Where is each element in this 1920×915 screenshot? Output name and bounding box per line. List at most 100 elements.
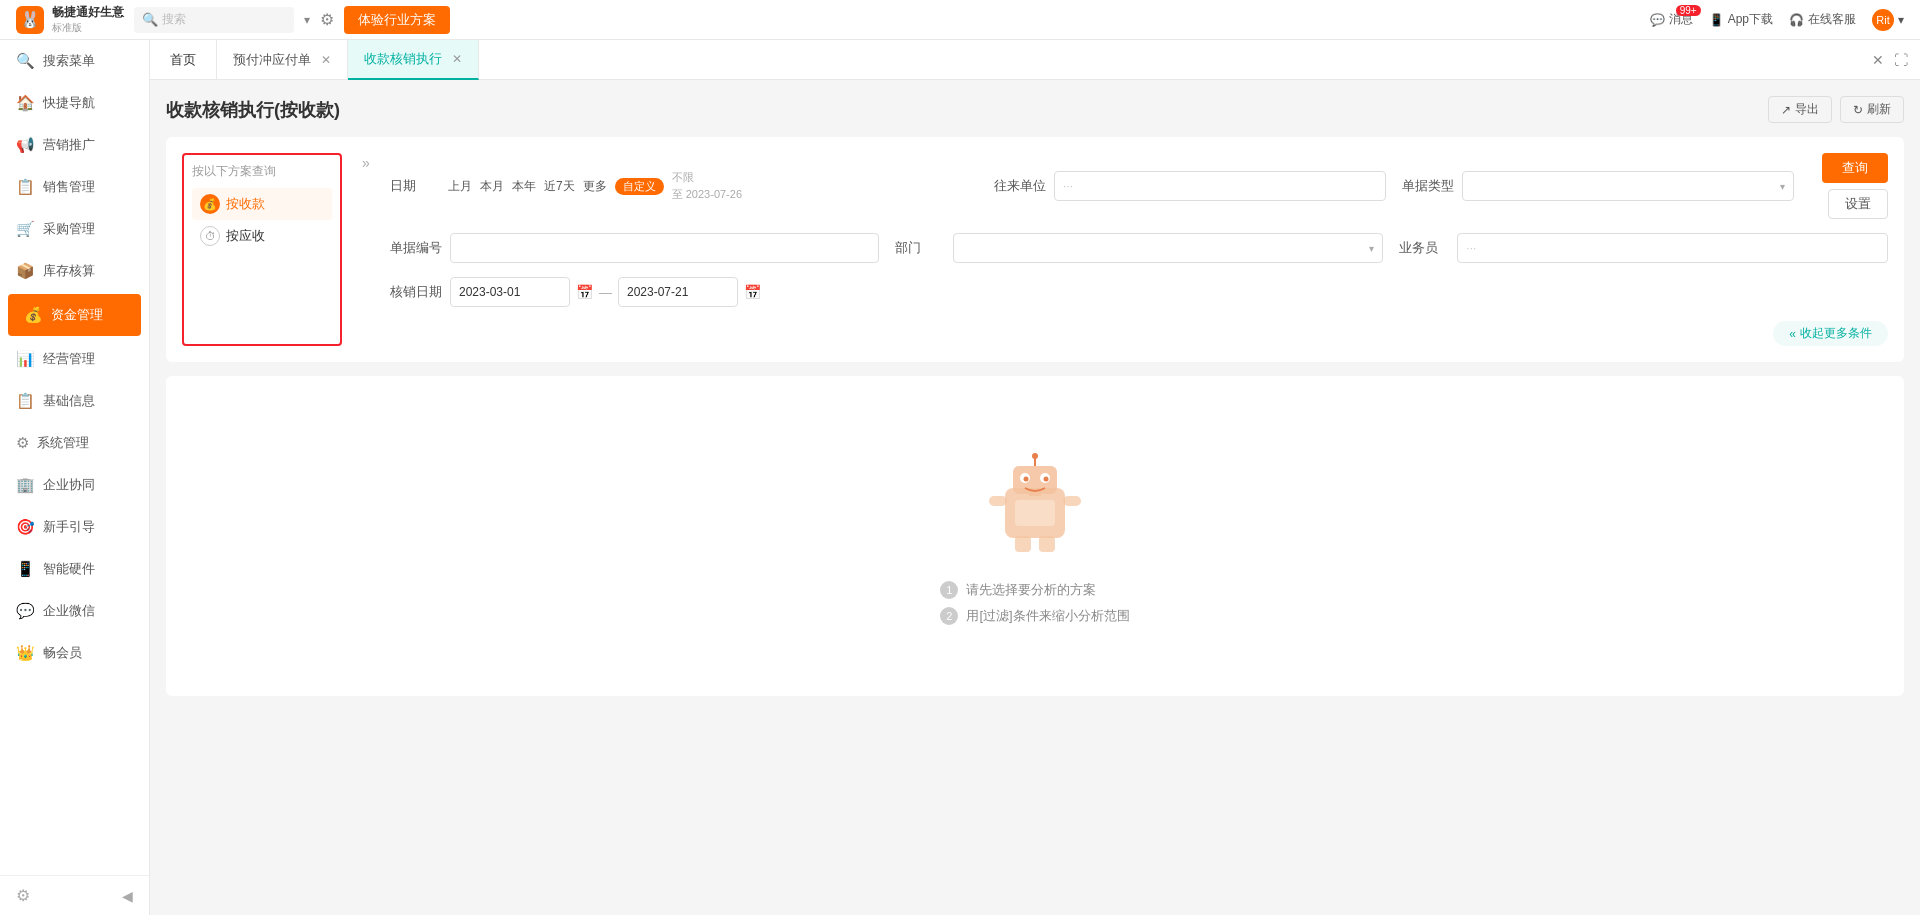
maximize-icon[interactable]: ⛶ (1894, 52, 1908, 68)
top-search[interactable]: 🔍 搜索 (134, 7, 294, 33)
sidebar-label-marketing: 营销推广 (43, 136, 95, 154)
svg-rect-9 (989, 496, 1007, 506)
shortcut-this-month[interactable]: 本月 (480, 178, 504, 195)
tab-close-prepay-offset[interactable]: ✕ (321, 53, 331, 67)
page-header: 收款核销执行(按收款) ↗ 导出 ↻ 刷新 (166, 96, 1904, 123)
tab-label-prepay-offset: 预付冲应付单 (233, 51, 311, 69)
sidebar-item-basic-info[interactable]: 📋 基础信息 (0, 380, 149, 422)
tab-receipt-offset[interactable]: 收款核销执行✕ (348, 40, 479, 80)
sidebar-item-member[interactable]: 👑 畅会员 (0, 632, 149, 674)
sidebar-label-basic-info: 基础信息 (43, 392, 95, 410)
tab-items: 首页预付冲应付单✕收款核销执行✕ (150, 40, 479, 79)
sidebar-item-hardware[interactable]: 📱 智能硬件 (0, 548, 149, 590)
svg-rect-10 (1063, 496, 1081, 506)
sidebar-item-system[interactable]: ⚙ 系统管理 (0, 422, 149, 464)
sidebar-icon-member: 👑 (16, 644, 35, 662)
empty-robot-svg (985, 448, 1085, 558)
doc-no-input[interactable] (450, 233, 879, 263)
right-panel: 首页预付冲应付单✕收款核销执行✕ ✕ ⛶ 收款核销执行(按收款) ↗ 导出 ↻ … (150, 40, 1920, 915)
date-no-limit: 不限 (672, 170, 742, 185)
shortcut-last-month[interactable]: 上月 (448, 178, 472, 195)
sidebar-item-inventory[interactable]: 📦 库存核算 (0, 250, 149, 292)
doc-no-label: 单据编号 (390, 239, 442, 257)
sidebar-collapse-icon[interactable]: ◀ (122, 888, 133, 904)
doc-no-field: 单据编号 (390, 233, 879, 263)
sidebar-item-purchase[interactable]: 🛒 采购管理 (0, 208, 149, 250)
settings-icon[interactable]: ⚙ (320, 10, 334, 29)
page-header-actions: ↗ 导出 ↻ 刷新 (1768, 96, 1904, 123)
shortcut-this-year[interactable]: 本年 (512, 178, 536, 195)
dept-select[interactable]: ▾ (953, 233, 1384, 263)
sidebar-item-sales[interactable]: 📋 销售管理 (0, 166, 149, 208)
search-chevron[interactable]: ▾ (304, 13, 310, 27)
tab-prepay-offset[interactable]: 预付冲应付单 ✕ (217, 40, 348, 80)
sidebar-item-guide[interactable]: 🎯 新手引导 (0, 506, 149, 548)
date-separator: — (599, 285, 612, 300)
message-btn[interactable]: 💬 消息 99+ (1650, 11, 1693, 28)
verify-date-start[interactable] (450, 277, 570, 307)
export-icon: ↗ (1781, 103, 1791, 117)
sidebar-label-enterprise: 企业协同 (43, 476, 95, 494)
staff-select[interactable]: ··· (1457, 233, 1888, 263)
dept-field: 部门 ▾ (895, 233, 1384, 263)
sidebar-icon-basic-info: 📋 (16, 392, 35, 410)
close-window-icon[interactable]: ✕ (1872, 52, 1884, 68)
shortcut-7days[interactable]: 近7天 (544, 178, 575, 195)
sidebar-label-quick-nav: 快捷导航 (43, 94, 95, 112)
app-icon: 📱 (1709, 13, 1724, 27)
calendar-end-icon[interactable]: 📅 (744, 284, 761, 300)
filter-form: 日期 上月 本月 本年 近7天 更多 自定义 不限 至 2023-07- (390, 153, 1888, 346)
filter-opt-icon-by-receipt: 💰 (200, 194, 220, 214)
sidebar-label-purchase: 采购管理 (43, 220, 95, 238)
service-btn[interactable]: 🎧 在线客服 (1789, 11, 1856, 28)
date-field: 日期 上月 本月 本年 近7天 更多 自定义 不限 至 2023-07- (390, 170, 978, 202)
svg-rect-12 (1039, 536, 1055, 552)
sidebar-label-member: 畅会员 (43, 644, 82, 662)
sidebar-icon-inventory: 📦 (16, 262, 35, 280)
filter-option-by-receipt[interactable]: 💰 按收款 (192, 188, 332, 220)
filter-opt-label-by-receipt: 按收款 (226, 195, 265, 213)
sidebar-icon-hardware: 📱 (16, 560, 35, 578)
sidebar-item-wechat[interactable]: 💬 企业微信 (0, 590, 149, 632)
sidebar-item-enterprise[interactable]: 🏢 企业协同 (0, 464, 149, 506)
sidebar: 🔍 搜索菜单 🏠 快捷导航 📢 营销推广 📋 销售管理 🛒 采购管理 📦 库存核… (0, 40, 150, 915)
empty-tip-2: 2 用[过滤]条件来缩小分析范围 (940, 607, 1129, 625)
party-label: 往来单位 (994, 177, 1046, 195)
tab-close-receipt-offset[interactable]: ✕ (452, 52, 462, 66)
sidebar-item-quick-nav[interactable]: 🏠 快捷导航 (0, 82, 149, 124)
settings-form-btn[interactable]: 设置 (1828, 189, 1888, 219)
refresh-btn[interactable]: ↻ 刷新 (1840, 96, 1904, 123)
export-btn[interactable]: ↗ 导出 (1768, 96, 1832, 123)
sidebar-icon-finance: 💰 (24, 306, 43, 324)
shortcut-custom[interactable]: 自定义 (615, 178, 664, 195)
content-area: 收款核销执行(按收款) ↗ 导出 ↻ 刷新 按以下方案查询 (150, 80, 1920, 915)
tab-label-home: 首页 (170, 51, 196, 69)
service-icon: 🎧 (1789, 13, 1804, 27)
sidebar-item-operation[interactable]: 📊 经营管理 (0, 338, 149, 380)
date-to-label: 至 2023-07-26 (672, 187, 742, 202)
app-download-btn[interactable]: 📱 App下载 (1709, 11, 1773, 28)
app-logo-icon: 🐰 (16, 6, 44, 34)
calendar-start-icon[interactable]: 📅 (576, 284, 593, 300)
verify-date-end[interactable] (618, 277, 738, 307)
sidebar-item-finance[interactable]: 💰 资金管理 (8, 294, 141, 336)
collapse-btn[interactable]: « (362, 153, 382, 346)
party-select[interactable]: ··· (1054, 171, 1386, 201)
user-btn[interactable]: Rit ▾ (1872, 9, 1904, 31)
sidebar-icon-search: 🔍 (16, 52, 35, 70)
query-btn[interactable]: 查询 (1822, 153, 1888, 183)
trial-industry-btn[interactable]: 体验行业方案 (344, 6, 450, 34)
sidebar-item-search[interactable]: 🔍 搜索菜单 (0, 40, 149, 82)
date-label: 日期 (390, 177, 440, 195)
doc-type-chevron: ▾ (1780, 181, 1785, 192)
sidebar-item-marketing[interactable]: 📢 营销推广 (0, 124, 149, 166)
verify-date-label: 核销日期 (390, 283, 442, 301)
filter-options: 💰 按收款 ⏱ 按应收 (192, 188, 332, 252)
more-conditions-btn[interactable]: « 收起更多条件 (1773, 321, 1888, 346)
tab-home[interactable]: 首页 (150, 40, 217, 80)
sidebar-icon-wechat: 💬 (16, 602, 35, 620)
shortcut-more[interactable]: 更多 (583, 178, 607, 195)
sidebar-settings-icon[interactable]: ⚙ (16, 886, 30, 905)
doc-type-select[interactable]: ▾ (1462, 171, 1794, 201)
filter-option-by-receivable[interactable]: ⏱ 按应收 (192, 220, 332, 252)
